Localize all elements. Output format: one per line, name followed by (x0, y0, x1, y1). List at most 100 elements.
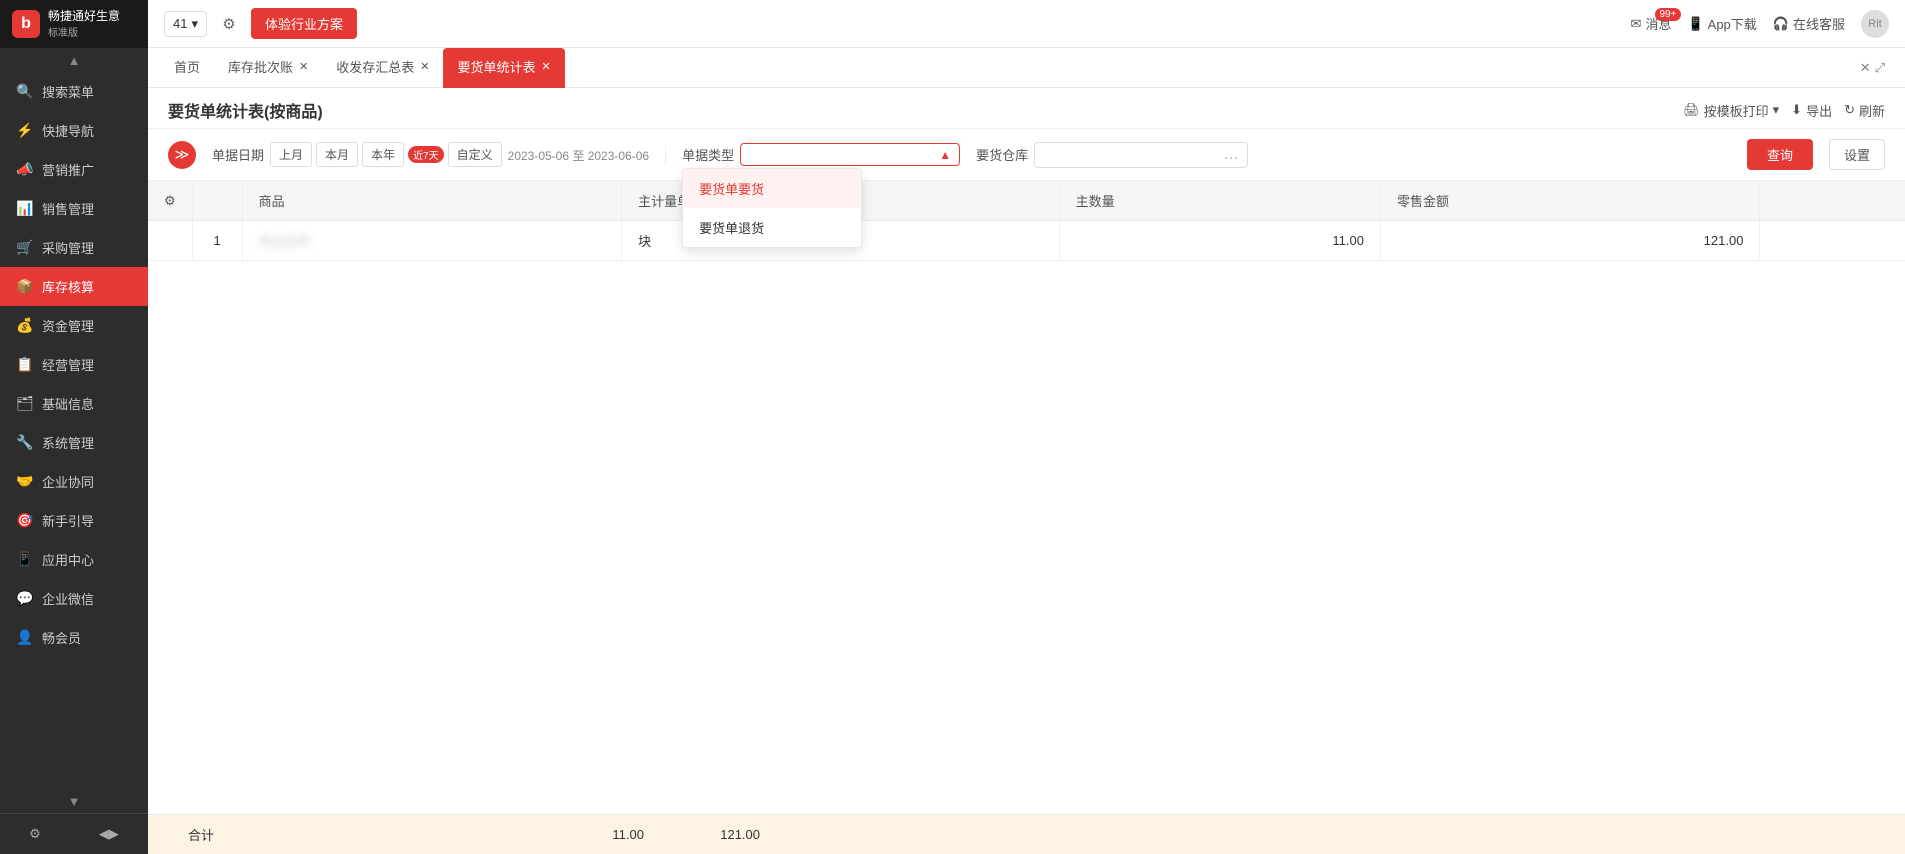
app-version: 标准版 (48, 24, 120, 39)
th-amount: 零售金额 (1380, 181, 1759, 221)
date-last-month-btn[interactable]: 上月 (270, 142, 312, 167)
shortcut-icon: ⚡ (16, 122, 34, 140)
date-range-display: 2023-05-06 至 2023-06-06 (508, 147, 649, 164)
store-name: 41 (173, 16, 187, 31)
sidebar-item-operation[interactable]: 📋 经营管理 (0, 345, 148, 384)
date-this-month-btn[interactable]: 本月 (316, 142, 358, 167)
sidebar-item-basic[interactable]: 🗂 基础信息 (0, 384, 148, 423)
sidebar-item-label-inventory: 库存核算 (42, 277, 94, 296)
table-footer: 合计 11.00 121.00 (148, 814, 1905, 854)
sales-icon: 📊 (16, 200, 34, 218)
member-icon: 👤 (16, 629, 34, 647)
message-badge: 99+ (1655, 8, 1682, 21)
setting-btn[interactable]: 设置 (1829, 139, 1885, 170)
sidebar-item-member[interactable]: 👤 畅会员 (0, 618, 148, 657)
message-icon: ✉ (1631, 16, 1642, 32)
logo-icon: b (12, 10, 40, 38)
td-extra-0 (1760, 221, 1905, 261)
expand-filter-btn[interactable]: ≫ (168, 141, 196, 169)
td-index-0: 1 (192, 221, 242, 261)
sidebar-item-label-guide: 新手引导 (42, 511, 94, 530)
operation-icon: 📋 (16, 356, 34, 374)
order-type-label: 单据类型 (682, 145, 734, 164)
sidebar-settings-btn[interactable]: ⚙ (21, 822, 49, 846)
avatar[interactable]: Rit (1861, 10, 1889, 38)
appstore-icon: 📱 (16, 551, 34, 569)
sidebar-item-enterprise[interactable]: 🤝 企业协同 (0, 462, 148, 501)
order-type-input-wrap[interactable]: ▲ (740, 143, 960, 166)
tab-close-all-btn[interactable]: ✕⤢ (1852, 60, 1893, 76)
footer-quantity: 11.00 (524, 827, 644, 842)
app-download-label: App下载 (1708, 14, 1757, 33)
table-container: ⚙ 商品 主计量单位 主数量 零售金额 1 商品名称 块 11.00 121.0… (148, 181, 1905, 814)
warehouse-label: 要货仓库 (976, 145, 1028, 164)
sidebar-collapse-btn[interactable]: ◀▶ (91, 822, 127, 846)
marketing-icon: 📣 (16, 161, 34, 179)
sidebar-item-label-operation: 经营管理 (42, 355, 94, 374)
order-type-input[interactable] (749, 147, 939, 162)
sidebar-item-inventory[interactable]: 📦 库存核算 (0, 267, 148, 306)
more-icon[interactable]: … (1223, 146, 1239, 164)
warehouse-input-wrap[interactable]: … (1034, 142, 1248, 168)
tab-close-inventory_batch[interactable]: ✕ (299, 60, 308, 73)
refresh-icon: ↻ (1844, 102, 1855, 118)
sidebar-item-label-system: 系统管理 (42, 433, 94, 452)
industry-btn[interactable]: 体验行业方案 (251, 8, 357, 39)
date-more-badge[interactable]: 近7天 (408, 146, 444, 163)
sidebar: b 畅捷通好生意 标准版 ▲ 🔍 搜索菜单 ⚡ 快捷导航 📣 营销推广 📊 销售… (0, 0, 148, 854)
table-header-row: ⚙ 商品 主计量单位 主数量 零售金额 (148, 181, 1905, 221)
app-download-btn[interactable]: 📱 App下载 (1687, 14, 1756, 33)
sidebar-item-guide[interactable]: 🎯 新手引导 (0, 501, 148, 540)
maximize-icon: ⤢ (1875, 60, 1885, 76)
dropdown-item-order_goods[interactable]: 要货单要货 (683, 169, 861, 208)
tab-close-order_summary[interactable]: ✕ (542, 60, 551, 73)
sidebar-scroll-down[interactable]: ▼ (0, 789, 148, 813)
sidebar-item-system[interactable]: 🔧 系统管理 (0, 423, 148, 462)
sidebar-nav: 🔍 搜索菜单 ⚡ 快捷导航 📣 营销推广 📊 销售管理 🛒 采购管理 📦 库存核… (0, 72, 148, 789)
th-quantity: 主数量 (1059, 181, 1380, 221)
tab-close-receivable_summary[interactable]: ✕ (420, 60, 429, 73)
guide-icon: 🎯 (16, 512, 34, 530)
refresh-btn[interactable]: ↻ 刷新 (1844, 101, 1885, 120)
close-all-icon: ✕ (1860, 60, 1871, 76)
tab-home[interactable]: 首页 (160, 48, 214, 88)
date-custom-btn[interactable]: 自定义 (448, 142, 502, 167)
date-this-year-btn[interactable]: 本年 (362, 142, 404, 167)
app-logo: b 畅捷通好生意 标准版 (0, 0, 148, 48)
th-settings[interactable]: ⚙ (148, 181, 192, 221)
print-btn[interactable]: 🖨 按模板打印 ▾ (1683, 101, 1779, 120)
sidebar-item-sales[interactable]: 📊 销售管理 (0, 189, 148, 228)
dropdown-item-order_return[interactable]: 要货单退货 (683, 208, 861, 247)
sidebar-item-wechat[interactable]: 💬 企业微信 (0, 579, 148, 618)
message-btn[interactable]: ✉ 消息 99+ (1631, 14, 1672, 33)
query-btn[interactable]: 查询 (1747, 139, 1813, 170)
export-btn[interactable]: ⬇ 导出 (1791, 101, 1832, 120)
purchase-icon: 🛒 (16, 239, 34, 257)
tab-label-home: 首页 (174, 57, 200, 76)
sidebar-item-search[interactable]: 🔍 搜索菜单 (0, 72, 148, 111)
sidebar-item-purchase[interactable]: 🛒 采购管理 (0, 228, 148, 267)
tab-inventory_batch[interactable]: 库存批次账 ✕ (214, 48, 322, 88)
sidebar-item-finance[interactable]: 💰 资金管理 (0, 306, 148, 345)
warehouse-filter-group: 要货仓库 … (976, 142, 1248, 168)
basic-icon: 🗂 (16, 395, 34, 413)
order-type-arrow[interactable]: ▲ (939, 148, 951, 162)
sidebar-item-label-enterprise: 企业协同 (42, 472, 94, 491)
warehouse-input[interactable] (1043, 147, 1219, 162)
date-filter-group: 单据日期 上月 本月 本年 近7天 自定义 2023-05-06 至 2023-… (212, 142, 649, 167)
tab-label-inventory_batch: 库存批次账 (228, 57, 293, 76)
th-goods: 商品 (242, 181, 621, 221)
gear-button[interactable]: ⚙ (215, 10, 243, 38)
sidebar-item-shortcut[interactable]: ⚡ 快捷导航 (0, 111, 148, 150)
tab-order_summary[interactable]: 要货单统计表 ✕ (443, 48, 564, 88)
tab-receivable_summary[interactable]: 收发存汇总表 ✕ (322, 48, 443, 88)
sidebar-item-marketing[interactable]: 📣 营销推广 (0, 150, 148, 189)
service-btn[interactable]: 🎧 在线客服 (1773, 14, 1845, 33)
sidebar-item-appstore[interactable]: 📱 应用中心 (0, 540, 148, 579)
page-title: 要货单统计表(按商品) (168, 98, 323, 122)
sidebar-scroll-up[interactable]: ▲ (0, 48, 148, 72)
table-row: 1 商品名称 块 11.00 121.00 (148, 221, 1905, 261)
store-selector[interactable]: 41 ▾ (164, 11, 207, 37)
topbar: 41 ▾ ⚙ 体验行业方案 ✉ 消息 99+ 📱 App下载 🎧 在线客服 Ri… (148, 0, 1905, 48)
sidebar-item-label-basic: 基础信息 (42, 394, 94, 413)
